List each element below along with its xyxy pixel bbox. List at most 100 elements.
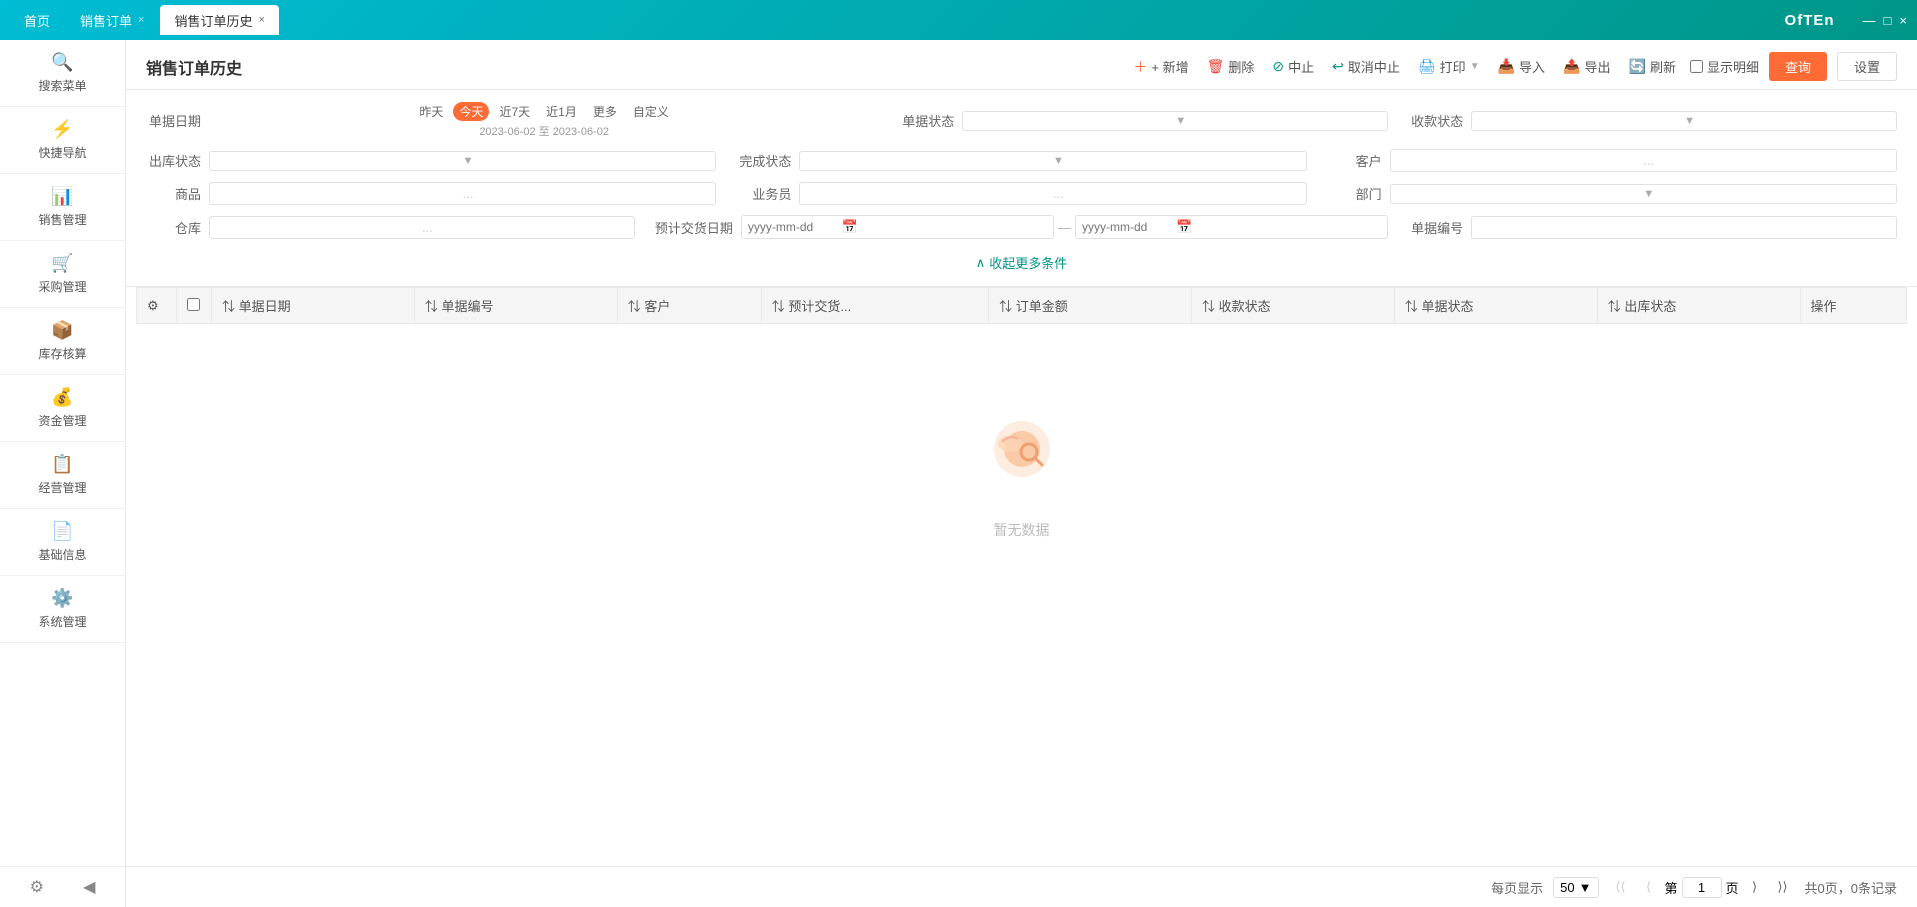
collapse-button[interactable]: ∧ 收起更多条件 (976, 253, 1068, 272)
th-amount-sort[interactable]: ⇅ (999, 299, 1012, 314)
query-button[interactable]: 查询 (1769, 52, 1827, 81)
th-bill-date-sort[interactable]: ⇅ (222, 299, 235, 314)
tab-sales-history-close[interactable]: × (258, 14, 264, 26)
sidebar-item-system[interactable]: ⚙️ 系统管理 (0, 576, 125, 643)
tab-sales-order-close[interactable]: × (138, 14, 144, 26)
collection-status-select[interactable]: ▼ (1471, 111, 1897, 131)
select-all-checkbox[interactable] (187, 298, 200, 311)
delivery-date-end-cal[interactable]: 📅 (1176, 219, 1192, 235)
date-btn-today[interactable]: 今天 (453, 102, 489, 121)
salesperson-input[interactable]: ... (799, 182, 1306, 205)
customer-input[interactable]: ... (1390, 149, 1897, 172)
delete-button[interactable]: 🗑 删除 (1203, 55, 1259, 78)
print-arrow: ▼ (1470, 61, 1480, 72)
bill-status-select[interactable]: ▼ (962, 111, 1388, 131)
stop-icon: ⊘ (1272, 58, 1284, 75)
setting-button[interactable]: 设置 (1837, 52, 1897, 81)
next-page-btn[interactable]: ⟩ (1743, 875, 1767, 899)
goods-dots[interactable]: ... (463, 186, 708, 201)
th-bill-status-sort[interactable]: ⇅ (1405, 299, 1418, 314)
filter-dept: 部门 ▼ (1327, 184, 1897, 204)
delivery-date-inputs: 📅 — 📅 (741, 215, 1388, 239)
show-detail-checkbox[interactable]: 显示明细 (1690, 57, 1759, 76)
bill-status-label: 单据状态 (899, 111, 954, 130)
date-btn-1month[interactable]: 近1月 (540, 102, 583, 121)
prev-page-btn[interactable]: ⟨ (1637, 875, 1661, 899)
collapse-arrow: ∧ (976, 255, 986, 271)
sidebar-item-basic[interactable]: 📄 基础信息 (0, 509, 125, 576)
customer-dots[interactable]: ... (1643, 153, 1888, 168)
table-area: ⚙ ⇅ 单据日期 ⇅ 单据编号 ⇅ (126, 287, 1917, 866)
sidebar-item-search[interactable]: 🔍 搜索菜单 (0, 40, 125, 107)
complete-status-select[interactable]: ▼ (799, 151, 1306, 171)
delivery-date-end-input[interactable]: 📅 (1075, 215, 1388, 239)
salesperson-dots[interactable]: ... (1053, 186, 1298, 201)
tab-sales-history-label: 销售订单历史 (174, 11, 252, 30)
page-suffix: 页 (1726, 878, 1739, 897)
close-window-button[interactable]: × (1899, 13, 1907, 28)
import-label: 导入 (1519, 57, 1545, 76)
first-page-btn[interactable]: ⟨⟨ (1609, 875, 1633, 899)
export-icon: 📤 (1563, 58, 1580, 75)
date-btn-more[interactable]: 更多 (587, 102, 623, 121)
goods-input[interactable]: ... (209, 182, 716, 205)
delivery-date-start-field[interactable] (748, 220, 838, 234)
table-settings-col[interactable]: ⚙ (137, 288, 177, 324)
import-button[interactable]: 📥 导入 (1494, 55, 1549, 78)
delivery-date-start-input[interactable]: 📅 (741, 215, 1054, 239)
th-delivery-sort[interactable]: ⇅ (772, 299, 785, 314)
new-button[interactable]: ＋ + 新增 (1129, 55, 1192, 79)
last-page-btn[interactable]: ⟩⟩ (1771, 875, 1795, 899)
customer-label: 客户 (1327, 151, 1382, 170)
sidebar-label-basic: 基础信息 (38, 546, 86, 563)
refresh-button[interactable]: 🔄 刷新 (1625, 55, 1680, 78)
th-customer-sort[interactable]: ⇅ (628, 299, 641, 314)
date-btn-custom[interactable]: 自定义 (627, 102, 675, 121)
print-icon: 🖨 (1418, 58, 1436, 75)
empty-state: 暂无数据 (136, 324, 1907, 620)
warehouse-input[interactable]: ... (209, 216, 635, 239)
filter-bill-status: 单据状态 ▼ (899, 111, 1388, 131)
page-input[interactable] (1682, 877, 1722, 898)
th-out-sort[interactable]: ⇅ (1608, 299, 1621, 314)
warehouse-dots[interactable]: ... (422, 220, 626, 235)
tab-home[interactable]: 首页 (10, 5, 64, 35)
cancel-stop-button[interactable]: ↩ 取消中止 (1328, 55, 1404, 78)
table-header-row: ⚙ ⇅ 单据日期 ⇅ 单据编号 ⇅ (137, 288, 1907, 324)
out-status-select[interactable]: ▼ (209, 151, 716, 171)
sidebar-collapse-btn[interactable]: ◀ (83, 877, 95, 897)
per-page-select[interactable]: 50 ▼ (1553, 877, 1598, 898)
print-label: 打印 (1440, 57, 1466, 76)
tab-sales-history[interactable]: 销售订单历史 × (160, 5, 278, 35)
show-detail-input[interactable] (1690, 60, 1703, 73)
basic-icon: 📄 (51, 521, 73, 542)
delivery-date-start-cal[interactable]: 📅 (842, 219, 858, 235)
export-button[interactable]: 📤 导出 (1559, 55, 1614, 78)
sidebar-item-quicknav[interactable]: ⚡ 快捷导航 (0, 107, 125, 174)
table-checkbox-col[interactable] (177, 288, 212, 324)
delivery-date-end-field[interactable] (1082, 220, 1172, 234)
th-collection-sort[interactable]: ⇅ (1202, 299, 1215, 314)
out-status-label: 出库状态 (146, 151, 201, 170)
sidebar-settings-btn[interactable]: ⚙ (30, 877, 44, 897)
restore-button[interactable]: □ (1884, 13, 1892, 28)
dept-select[interactable]: ▼ (1390, 184, 1897, 204)
bill-number-input[interactable] (1471, 216, 1897, 239)
stop-button[interactable]: ⊘ 中止 (1268, 55, 1318, 78)
sidebar-item-inventory[interactable]: 📦 库存核算 (0, 308, 125, 375)
date-btn-yesterday[interactable]: 昨天 (413, 102, 449, 121)
sidebar-item-finance[interactable]: 💰 资金管理 (0, 375, 125, 442)
date-btn-7days[interactable]: 近7天 (493, 102, 536, 121)
collection-status-label: 收款状态 (1408, 111, 1463, 130)
print-button[interactable]: 🖨 打印 ▼ (1414, 55, 1484, 78)
minimize-button[interactable]: — (1863, 13, 1876, 28)
th-collection-status: ⇅ 收款状态 (1191, 288, 1394, 324)
th-bill-number-sort[interactable]: ⇅ (425, 299, 438, 314)
finance-icon: 💰 (51, 387, 73, 408)
sidebar-item-purchase[interactable]: 🛒 采购管理 (0, 241, 125, 308)
th-customer: ⇅ 客户 (617, 288, 761, 324)
sidebar-item-sales[interactable]: 📊 销售管理 (0, 174, 125, 241)
sidebar-item-operations[interactable]: 📋 经营管理 (0, 442, 125, 509)
tab-sales-order[interactable]: 销售订单 × (66, 5, 158, 35)
new-label: + 新增 (1151, 57, 1188, 76)
